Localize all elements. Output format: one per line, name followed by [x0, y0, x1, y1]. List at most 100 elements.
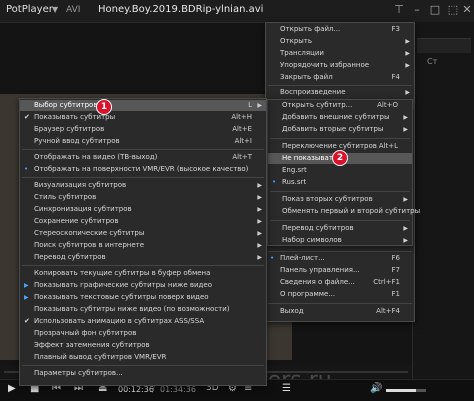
- menu-item[interactable]: Eng.srt: [268, 165, 412, 176]
- menu-separator: [270, 191, 410, 192]
- menu-item[interactable]: Сохранение субтитров ▶: [20, 216, 266, 227]
- menu-separator: [268, 251, 412, 252]
- menu-item-shortcut: F3: [391, 25, 400, 33]
- menu-item[interactable]: Копировать текущие субтитры в буфер обме…: [20, 268, 266, 279]
- menu-item-shortcut: Alt+E: [232, 125, 252, 133]
- submenu-arrow-icon: ▶: [403, 196, 408, 203]
- subtitles-submenu: Выбор субтитров L ▶ Показывать субтитры ✔ Alt…: [19, 98, 267, 386]
- playlist-panel: Ст: [412, 22, 474, 382]
- menu-item[interactable]: Трансляции ▶: [266, 48, 414, 59]
- menu-item-label: Ручной ввод субтитров: [34, 137, 120, 145]
- menu-icon[interactable]: ☰: [282, 383, 291, 394]
- radio-dot-icon: •: [272, 178, 277, 186]
- menu-item-label: Упорядочить избранное: [280, 61, 370, 69]
- submenu-arrow-icon: ▶: [257, 230, 262, 237]
- submenu-arrow-icon: ▶: [257, 194, 262, 201]
- menu-item[interactable]: Стиль субтитров ▶: [20, 192, 266, 203]
- menu-item[interactable]: Браузер субтитров Alt+E: [20, 124, 266, 135]
- app-name[interactable]: PotPlayer: [6, 4, 53, 15]
- menu-item[interactable]: Перевод субтитров ▶: [268, 223, 412, 234]
- menu-item-label: Трансляции: [280, 49, 324, 57]
- maximize-icon[interactable]: □: [428, 3, 442, 17]
- menu-item[interactable]: Сведения о файле... Ctrl+F1: [266, 277, 414, 288]
- menu-item-label: Показ вторых субтитров: [282, 195, 373, 203]
- submenu-arrow-icon: ▶: [257, 218, 262, 225]
- menu-item[interactable]: Плей-лист... • F6: [266, 253, 414, 264]
- menu-item[interactable]: Упорядочить избранное ▶: [266, 60, 414, 71]
- menu-item-shortcut: F6: [391, 254, 400, 262]
- menu-item[interactable]: Перевод субтитров ▶: [20, 252, 266, 263]
- pin-icon[interactable]: ⊤: [392, 3, 406, 17]
- menu-item-label: Копировать текущие субтитры в буфер обме…: [34, 269, 211, 277]
- menu-item[interactable]: Показывать субтитры ✔ Alt+H: [20, 112, 266, 123]
- menu-item[interactable]: Показывать текстовые субтитры поверх вид…: [20, 292, 266, 303]
- menu-item[interactable]: Открыть субтитр... Alt+O: [268, 100, 412, 111]
- submenu-arrow-icon: ▶: [257, 254, 262, 261]
- menu-item[interactable]: Использовать анимацию в субтитрах ASS/SS…: [20, 316, 266, 327]
- menu-item[interactable]: Эффект затемнения субтитров: [20, 340, 266, 351]
- menu-item-label: Открыть файл...: [280, 25, 341, 33]
- menu-item[interactable]: Отображать на поверхности VMR/EVR (высок…: [20, 164, 266, 175]
- chevron-down-icon[interactable]: ▼: [52, 5, 58, 14]
- menu-item-label: Перевод субтитров: [34, 253, 106, 261]
- menu-item-label: Закрыть файл: [280, 73, 333, 81]
- menu-item[interactable]: Открыть ▶: [266, 36, 414, 47]
- menu-item[interactable]: Открыть файл... F3: [266, 24, 414, 35]
- menu-item[interactable]: Показывать субтитры ниже видео (по возмо…: [20, 304, 266, 315]
- submenu-arrow-icon: ▶: [403, 225, 408, 232]
- menu-item[interactable]: Поиск субтитров в интернете ▶: [20, 240, 266, 251]
- menu-item[interactable]: Набор символов ▶: [268, 235, 412, 246]
- menu-separator: [268, 85, 412, 86]
- menu-item-label: Открыть: [280, 37, 312, 45]
- menu-item[interactable]: Показ вторых субтитров ▶: [268, 194, 412, 205]
- volume-slider[interactable]: [386, 389, 426, 392]
- minimize-icon[interactable]: –: [410, 3, 424, 17]
- menu-item[interactable]: Воспроизведение ▶: [266, 87, 414, 98]
- menu-separator: [22, 177, 264, 178]
- menu-item-label: Открыть субтитр...: [282, 101, 353, 109]
- menu-item[interactable]: Прозрачный фон субтитров: [20, 328, 266, 339]
- menu-item-label: Стереоскопические субтитры: [34, 229, 145, 237]
- menu-item-label: Набор символов: [282, 236, 342, 244]
- menu-item-shortcut: Alt+I: [234, 137, 252, 145]
- menu-separator: [22, 149, 264, 150]
- fullscreen-icon[interactable]: ⬚: [446, 3, 460, 17]
- step-badge: 2: [332, 150, 348, 166]
- menu-item[interactable]: Панель управления... F7: [266, 265, 414, 276]
- menu-item-shortcut: F7: [391, 266, 400, 274]
- menu-item-label: Поиск субтитров в интернете: [34, 241, 145, 249]
- menu-item[interactable]: Добавить вторые субтитры ▶: [268, 124, 412, 135]
- menu-item[interactable]: О программе... F1: [266, 289, 414, 300]
- menu-item[interactable]: Выход Alt+F4: [266, 306, 414, 317]
- submenu-arrow-icon: ▶: [403, 126, 408, 133]
- subtitle-select-submenu: Открыть субтитр... Alt+O Добавить внешние …: [267, 99, 420, 246]
- menu-item[interactable]: Плавный вывод субтитров VMR/EVR: [20, 352, 266, 363]
- menu-item[interactable]: Показывать графические субтитры ниже вид…: [20, 280, 266, 291]
- menu-item-shortcut: Ctrl+F1: [373, 278, 400, 286]
- radio-dot-icon: •: [24, 165, 29, 173]
- menu-item[interactable]: Обменять первый и второй субтитры: [268, 206, 420, 217]
- close-icon[interactable]: ✕: [460, 3, 474, 17]
- menu-item[interactable]: Rus.srt •: [268, 177, 412, 188]
- menu-item-shortcut: Alt+O: [377, 101, 398, 109]
- playlist-tab[interactable]: [417, 38, 471, 53]
- menu-item[interactable]: Стереоскопические субтитры ▶: [20, 228, 266, 239]
- play-icon[interactable]: ▶: [8, 383, 16, 394]
- menu-item-label: Синхронизация субтитров: [34, 205, 132, 213]
- menu-item[interactable]: Добавить внешние субтитры ▶: [268, 112, 412, 123]
- menu-item-label: Перевод субтитров: [282, 224, 354, 232]
- volume-icon[interactable]: 🔊: [370, 383, 382, 394]
- menu-item[interactable]: Отображать на видео (ТВ-выход) Alt+T: [20, 152, 266, 163]
- menu-item[interactable]: Визуализация субтитров ▶: [20, 180, 266, 191]
- total-time: 01:34:36: [160, 385, 196, 394]
- menu-item[interactable]: Закрыть файл F4: [266, 72, 414, 83]
- menu-item[interactable]: Параметры субтитров...: [20, 368, 266, 379]
- menu-item-label: Не показывать: [282, 154, 338, 162]
- menu-item[interactable]: Ручной ввод субтитров Alt+I: [20, 136, 266, 147]
- menu-item-label: Сведения о файле...: [280, 278, 355, 286]
- menu-item[interactable]: Синхронизация субтитров ▶: [20, 204, 266, 215]
- menu-item-label: Эффект затемнения субтитров: [34, 341, 150, 349]
- menu-item-shortcut: F4: [391, 73, 400, 81]
- menu-item[interactable]: Выбор субтитров L ▶: [20, 100, 266, 111]
- menu-item-label: Плавный вывод субтитров VMR/EVR: [34, 353, 167, 361]
